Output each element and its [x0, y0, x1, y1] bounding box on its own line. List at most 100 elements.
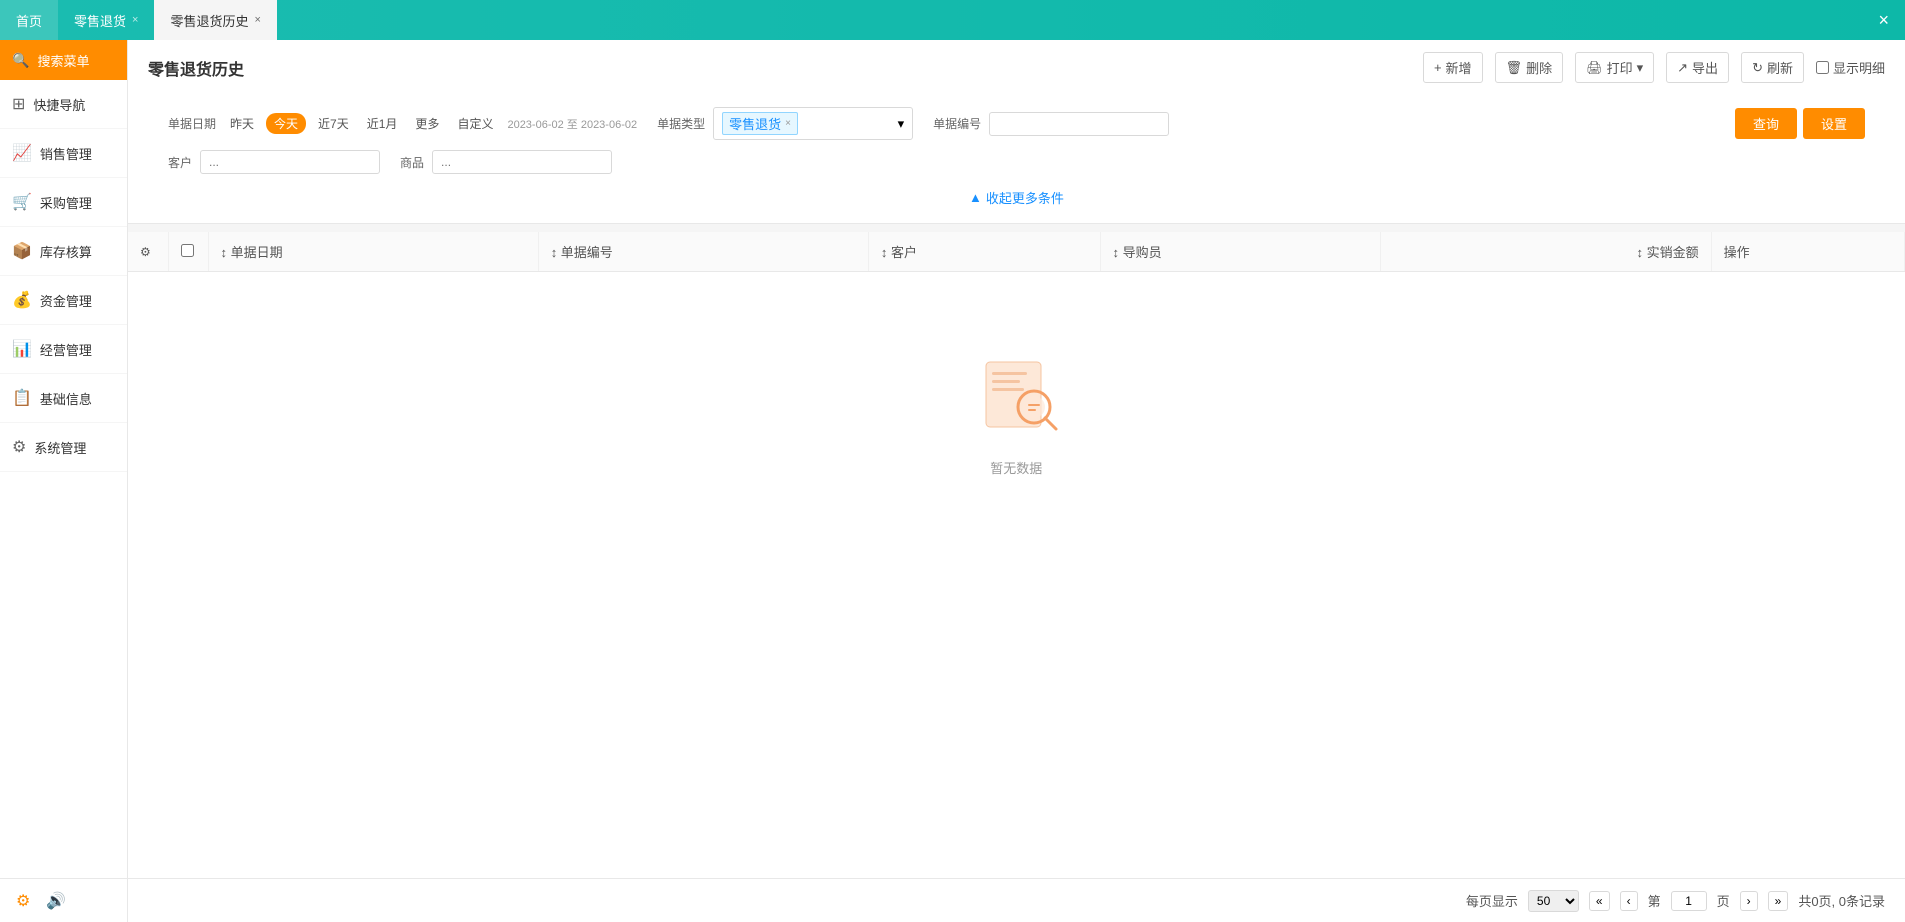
sidebar-item-sales-mgmt[interactable]: 📈 销售管理: [0, 129, 127, 178]
customer-input[interactable]: [200, 150, 380, 174]
voucher-type-select-content: 零售退货 ×: [722, 112, 798, 135]
date-btn-today[interactable]: 今天: [266, 113, 306, 134]
content-area: 零售退货历史 + 新增 🗑 删除 🖨 打印 ▾: [128, 40, 1905, 922]
query-button[interactable]: 查询: [1735, 108, 1797, 139]
finance-icon: 💰: [12, 290, 32, 310]
sidebar-item-quick-nav[interactable]: ⊞ 快捷导航: [0, 80, 127, 129]
print-button[interactable]: 🖨 打印 ▾: [1575, 52, 1654, 83]
top-bar: 首页 零售退货 × 零售退货历史 × ×: [0, 0, 1905, 40]
export-button[interactable]: ↗ 导出: [1666, 52, 1729, 83]
th-guide-label: ↕ 导购员: [1113, 245, 1162, 260]
collapse-icon: ▲: [969, 190, 982, 205]
page-label: 第: [1648, 891, 1661, 910]
data-table: ⚙ ↕ 单据日期 ↕ 单据编号 ↕ 客户: [128, 232, 1905, 557]
sidebar-item-operations[interactable]: 📊 经营管理: [0, 325, 127, 374]
page-size-select[interactable]: 20 50 100: [1528, 890, 1579, 912]
th-checkbox: [168, 232, 208, 272]
empty-cell: 暂无数据: [128, 272, 1905, 558]
th-action-label: 操作: [1724, 245, 1750, 260]
show-detail-checkbox-label[interactable]: 显示明细: [1816, 58, 1885, 77]
window-close-button[interactable]: ×: [1862, 10, 1905, 31]
date-filter-label: 单据日期: [168, 115, 216, 132]
tab-retail-return-history[interactable]: 零售退货历史 ×: [154, 0, 276, 40]
collapse-filter-button[interactable]: ▲ 收起更多条件: [957, 184, 1076, 211]
date-btn-1month[interactable]: 近1月: [361, 113, 404, 134]
tab-retail-return[interactable]: 零售退货 ×: [58, 0, 154, 40]
voucher-no-label: 单据编号: [933, 115, 981, 132]
voucher-type-filter: 单据类型 零售退货 × ▾: [657, 107, 913, 140]
select-all-checkbox[interactable]: [181, 244, 194, 257]
sidebar-item-finance[interactable]: 💰 资金管理: [0, 276, 127, 325]
tab-list: 首页 零售退货 × 零售退货历史 ×: [0, 0, 1862, 40]
delete-button[interactable]: 🗑 删除: [1495, 52, 1564, 83]
tab-home-label: 首页: [16, 11, 42, 30]
sidebar-item-basic-info[interactable]: 📋 基础信息: [0, 374, 127, 423]
sidebar-item-purchase-mgmt[interactable]: 🛒 采购管理: [0, 178, 127, 227]
th-guide[interactable]: ↕ 导购员: [1100, 232, 1381, 272]
quick-nav-label: 快捷导航: [33, 95, 85, 114]
customer-filter-label: 客户: [168, 154, 192, 171]
basic-info-icon: 📋: [12, 388, 32, 408]
pagination-bar: 每页显示 20 50 100 « ‹ 第 页 › » 共0页, 0条记录: [128, 878, 1905, 922]
refresh-button[interactable]: ↻ 刷新: [1741, 52, 1804, 83]
sidebar-bottom: ⚙ 🔊: [0, 878, 127, 922]
settings-gear-icon[interactable]: ⚙: [16, 891, 30, 911]
system-label: 系统管理: [34, 438, 86, 457]
voucher-no-input[interactable]: [989, 112, 1169, 136]
date-btn-7days[interactable]: 近7天: [312, 113, 355, 134]
next-page-button[interactable]: ›: [1740, 891, 1758, 911]
voucher-type-tag-close[interactable]: ×: [785, 118, 791, 129]
th-voucher-no[interactable]: ↕ 单据编号: [538, 232, 868, 272]
page-header-top: 零售退货历史 + 新增 🗑 删除 🖨 打印 ▾: [148, 52, 1885, 83]
customer-filter: 客户: [168, 150, 380, 174]
filter-area: 单据日期 昨天 今天 近7天 近1月 更多 自定义 2023-06-02 至 2…: [148, 95, 1885, 223]
export-icon: ↗: [1677, 60, 1688, 76]
table-container: ⚙ ↕ 单据日期 ↕ 单据编号 ↕ 客户: [128, 232, 1905, 878]
filter-row-1: 单据日期 昨天 今天 近7天 近1月 更多 自定义 2023-06-02 至 2…: [168, 107, 1865, 140]
date-btn-custom[interactable]: 自定义: [451, 113, 499, 134]
date-btn-yesterday[interactable]: 昨天: [224, 113, 260, 134]
page-number-input[interactable]: [1671, 891, 1707, 911]
date-btn-more[interactable]: 更多: [409, 113, 445, 134]
voucher-type-select[interactable]: 零售退货 × ▾: [713, 107, 913, 140]
show-detail-checkbox[interactable]: [1816, 61, 1829, 74]
refresh-icon: ↻: [1752, 60, 1763, 76]
goods-input[interactable]: [432, 150, 612, 174]
th-amount[interactable]: ↕ 实销金额: [1381, 232, 1711, 272]
voucher-type-tag-label: 零售退货: [729, 114, 781, 133]
th-amount-label: ↕ 实销金额: [1637, 245, 1699, 260]
collapse-label: 收起更多条件: [986, 188, 1064, 207]
first-page-button[interactable]: «: [1589, 891, 1610, 911]
goods-filter: 商品: [400, 150, 612, 174]
page-header: 零售退货历史 + 新增 🗑 删除 🖨 打印 ▾: [128, 40, 1905, 224]
basic-info-label: 基础信息: [40, 389, 92, 408]
audio-icon[interactable]: 🔊: [46, 891, 66, 911]
sales-label: 销售管理: [40, 144, 92, 163]
sidebar-item-inventory[interactable]: 📦 库存核算: [0, 227, 127, 276]
main-layout: 🔍 搜索菜单 ⊞ 快捷导航 📈 销售管理 🛒 采购管理 📦 库存核算 💰: [0, 40, 1905, 922]
tab-retail-return-label: 零售退货: [74, 11, 126, 30]
tab-home[interactable]: 首页: [0, 0, 58, 40]
add-icon: +: [1434, 60, 1442, 75]
add-button[interactable]: + 新增: [1423, 52, 1483, 83]
tab-retail-return-history-label: 零售退货历史: [170, 11, 248, 30]
th-customer[interactable]: ↕ 客户: [868, 232, 1100, 272]
refresh-label: 刷新: [1767, 58, 1793, 77]
delete-icon: 🗑: [1506, 60, 1523, 76]
tab-retail-return-close[interactable]: ×: [132, 14, 138, 26]
th-date[interactable]: ↕ 单据日期: [208, 232, 538, 272]
th-settings[interactable]: ⚙: [128, 232, 168, 272]
voucher-no-filter: 单据编号: [933, 112, 1169, 136]
empty-illustration: [966, 352, 1066, 442]
sidebar-item-system[interactable]: ⚙ 系统管理: [0, 423, 127, 472]
delete-label: 删除: [1526, 58, 1552, 77]
prev-page-button[interactable]: ‹: [1620, 891, 1638, 911]
filter-row-2: 客户 商品: [168, 150, 1865, 174]
page-title: 零售退货历史: [148, 56, 244, 80]
sidebar-search-button[interactable]: 🔍 搜索菜单: [0, 40, 127, 80]
voucher-type-label: 单据类型: [657, 115, 705, 132]
last-page-button[interactable]: »: [1768, 891, 1789, 911]
settings-button[interactable]: 设置: [1803, 108, 1865, 139]
tab-retail-return-history-close[interactable]: ×: [254, 14, 260, 26]
print-icon: 🖨: [1586, 60, 1603, 76]
